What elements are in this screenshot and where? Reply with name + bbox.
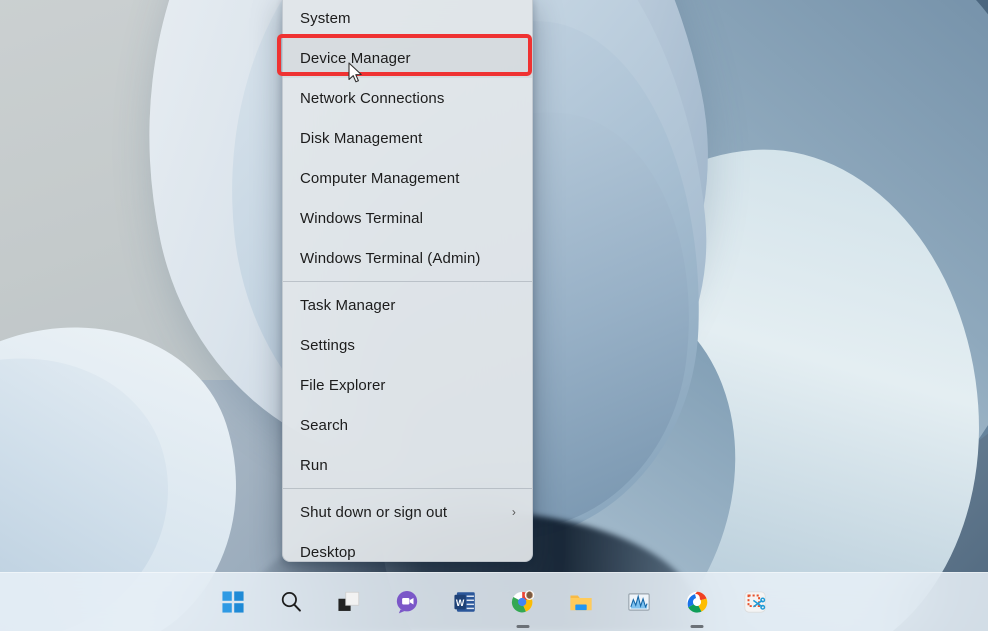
menu-item-computer-management[interactable]: Computer Management (283, 158, 532, 198)
snipping-tool-icon (742, 589, 768, 615)
menu-item-label: Computer Management (300, 170, 520, 187)
svg-text:W: W (456, 598, 465, 608)
menu-item-label: Run (300, 457, 520, 474)
menu-item-shut-down-or-sign-out[interactable]: Shut down or sign out› (283, 492, 532, 532)
chevron-right-icon: › (512, 506, 520, 518)
taskbar: W (0, 572, 988, 631)
winx-context-menu[interactable]: System Device Manager Network Connections D… (282, 0, 533, 562)
menu-item-label: Disk Management (300, 130, 520, 147)
word-button[interactable]: W (445, 582, 485, 622)
search-icon (278, 589, 304, 615)
menu-item-task-manager[interactable]: Task Manager (283, 285, 532, 325)
explorer-button[interactable] (561, 582, 601, 622)
edge-button[interactable] (677, 582, 717, 622)
menu-item-label: File Explorer (300, 377, 520, 394)
menu-item-label: Device Manager (300, 50, 520, 67)
menu-item-label: System (300, 10, 520, 27)
menu-item-file-explorer[interactable]: File Explorer (283, 365, 532, 405)
folder-icon (568, 589, 594, 615)
menu-separator (283, 281, 532, 282)
word-icon: W (452, 589, 478, 615)
windows-logo-icon (220, 589, 246, 615)
menu-item-network-connections[interactable]: Network Connections (283, 78, 532, 118)
perfmon-button[interactable] (619, 582, 659, 622)
menu-item-label: Task Manager (300, 297, 520, 314)
running-indicator (517, 625, 530, 628)
menu-item-disk-management[interactable]: Disk Management (283, 118, 532, 158)
snip-button[interactable] (735, 582, 775, 622)
menu-item-label: Desktop (300, 544, 520, 561)
menu-item-system[interactable]: System (283, 0, 532, 38)
search-button[interactable] (271, 582, 311, 622)
running-indicator (691, 625, 704, 628)
desktop-screen: System Device Manager Network Connections D… (0, 0, 988, 631)
menu-item-windows-terminal[interactable]: Windows Terminal (283, 198, 532, 238)
menu-item-settings[interactable]: Settings (283, 325, 532, 365)
task-view-button[interactable] (329, 582, 369, 622)
menu-item-label: Settings (300, 337, 520, 354)
chat-teams-icon (394, 589, 420, 615)
menu-item-label: Search (300, 417, 520, 434)
chart-graph-icon (626, 589, 652, 615)
menu-item-desktop[interactable]: Desktop (283, 532, 532, 562)
menu-item-run[interactable]: Run (283, 445, 532, 485)
menu-item-windows-terminal-admin[interactable]: Windows Terminal (Admin) (283, 238, 532, 278)
menu-item-device-manager[interactable]: Device Manager (283, 38, 532, 78)
start-button[interactable] (213, 582, 253, 622)
edge-icon (684, 589, 710, 615)
taskbar-app-list: W (213, 573, 775, 631)
task-view-icon (336, 589, 362, 615)
menu-item-label: Network Connections (300, 90, 520, 107)
chrome-icon (510, 589, 536, 615)
chat-button[interactable] (387, 582, 427, 622)
chrome-button[interactable] (503, 582, 543, 622)
menu-item-label: Windows Terminal (300, 210, 520, 227)
menu-item-search[interactable]: Search (283, 405, 532, 445)
menu-item-label: Windows Terminal (Admin) (300, 250, 520, 267)
menu-item-label: Shut down or sign out (300, 504, 512, 521)
menu-separator (283, 488, 532, 489)
